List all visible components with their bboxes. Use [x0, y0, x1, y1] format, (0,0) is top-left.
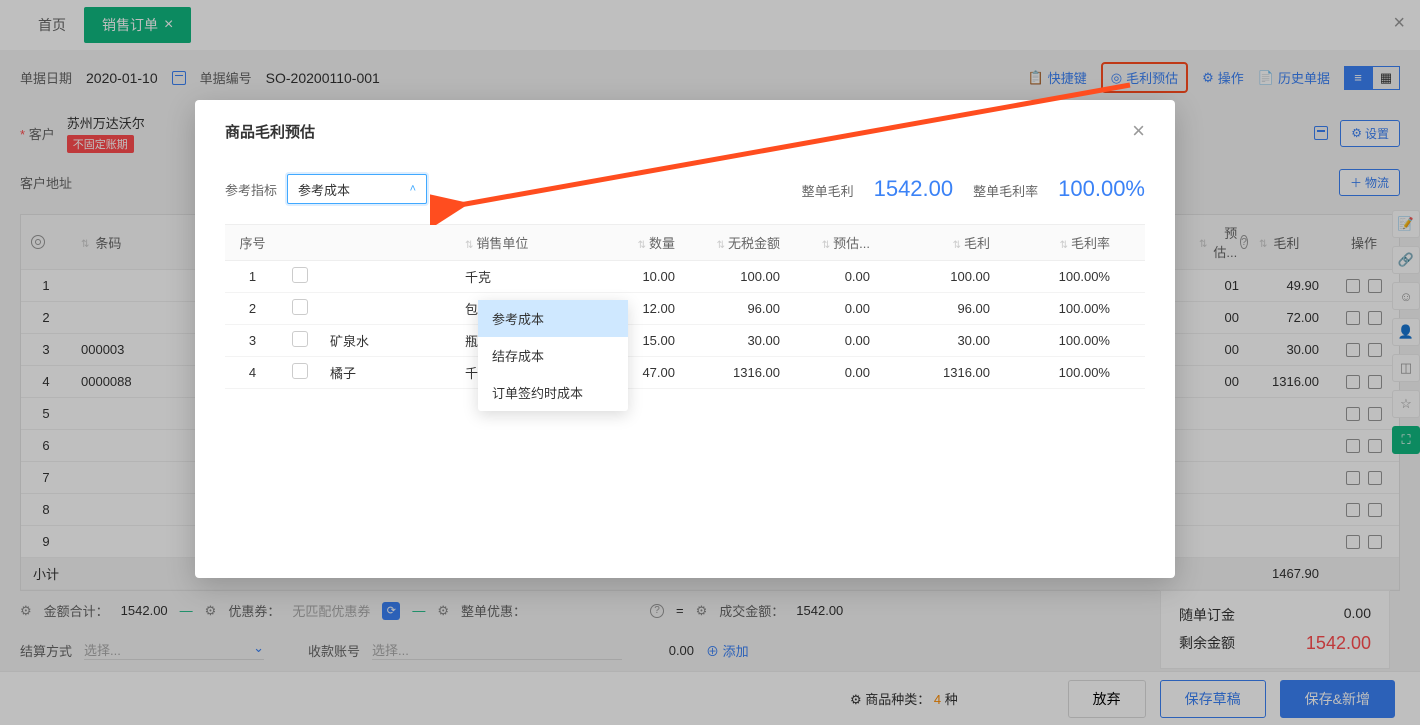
checkbox[interactable]: [292, 267, 308, 283]
modal-table: 序号 销售单位 数量 无税金额 预估... 毛利 毛利率 1 千克 10.00 …: [225, 224, 1145, 389]
chevron-up-icon: ˄: [410, 183, 416, 195]
checkbox[interactable]: [292, 299, 308, 315]
profit-modal: 商品毛利预估 × 参考指标 参考成本 ˄ 整单毛利 1542.00 整单毛利率 …: [195, 100, 1175, 578]
modal-header: 商品毛利预估 ×: [195, 100, 1175, 154]
modal-close-icon[interactable]: ×: [1132, 118, 1145, 144]
table-row[interactable]: 3 矿泉水 瓶 15.00 30.00 0.00 30.00 100.00%: [225, 325, 1145, 357]
indicator-dropdown: 参考成本 结存成本 订单签约时成本: [478, 300, 628, 411]
table-row[interactable]: 4 橘子 千克 47.00 1316.00 0.00 1316.00 100.0…: [225, 357, 1145, 389]
table-row[interactable]: 2 包 12.00 96.00 0.00 96.00 100.00%: [225, 293, 1145, 325]
indicator-select[interactable]: 参考成本 ˄: [287, 174, 427, 204]
table-row[interactable]: 1 千克 10.00 100.00 0.00 100.00 100.00%: [225, 261, 1145, 293]
modal-table-header: 序号 销售单位 数量 无税金额 预估... 毛利 毛利率: [225, 224, 1145, 261]
modal-title: 商品毛利预估: [225, 121, 315, 142]
checkbox[interactable]: [292, 363, 308, 379]
profit-summary: 整单毛利 1542.00 整单毛利率 100.00%: [802, 176, 1145, 202]
dropdown-option[interactable]: 结存成本: [478, 337, 628, 374]
modal-filter-row: 参考指标 参考成本 ˄ 整单毛利 1542.00 整单毛利率 100.00%: [195, 154, 1175, 214]
indicator-label: 参考指标: [225, 180, 277, 199]
dropdown-option[interactable]: 订单签约时成本: [478, 374, 628, 411]
dropdown-option[interactable]: 参考成本: [478, 300, 628, 337]
checkbox[interactable]: [292, 331, 308, 347]
